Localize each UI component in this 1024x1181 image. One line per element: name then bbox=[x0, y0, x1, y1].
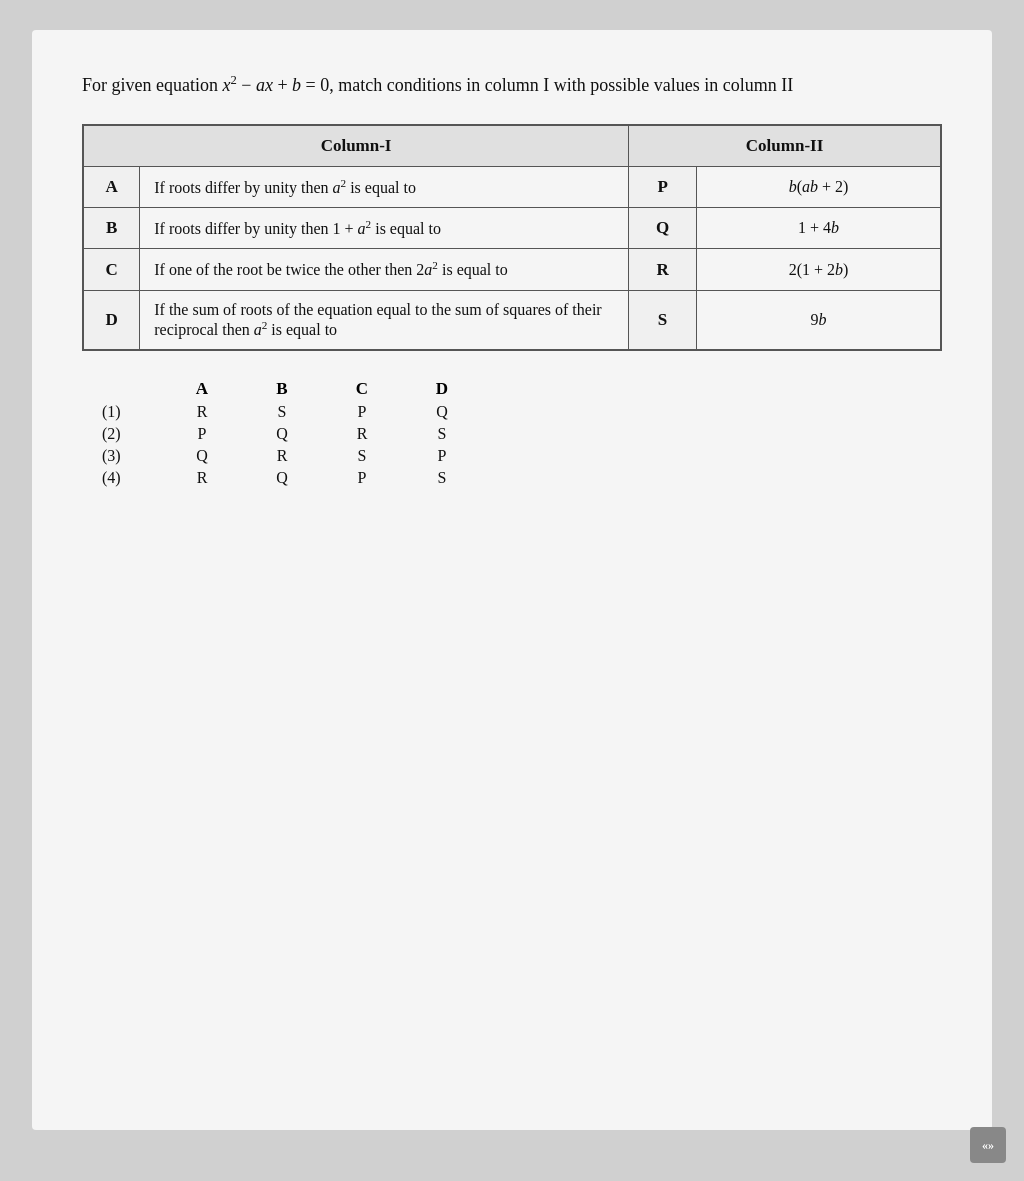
answer-1-D: Q bbox=[402, 403, 482, 421]
condition-D: If the sum of roots of the equation equa… bbox=[140, 290, 629, 350]
answer-2-C: R bbox=[322, 425, 402, 443]
header-D: D bbox=[402, 379, 482, 399]
header-B: B bbox=[242, 379, 322, 399]
answer-4-D: S bbox=[402, 469, 482, 487]
label-Q: Q bbox=[629, 208, 697, 249]
answer-3-D: P bbox=[402, 447, 482, 465]
empty-header bbox=[102, 379, 162, 399]
table-row: D If the sum of roots of the equation eq… bbox=[83, 290, 941, 350]
answer-4-C: P bbox=[322, 469, 402, 487]
answer-3-B: R bbox=[242, 447, 322, 465]
answer-row-3: (3) Q R S P bbox=[82, 447, 942, 465]
value-Q: 1 + 4b bbox=[697, 208, 941, 249]
condition-C: If one of the root be twice the other th… bbox=[140, 249, 629, 290]
answer-2-D: S bbox=[402, 425, 482, 443]
col2-header: Column-II bbox=[629, 125, 941, 167]
label-B: B bbox=[83, 208, 140, 249]
answer-num-1: (1) bbox=[102, 403, 162, 421]
answer-3-A: Q bbox=[162, 447, 242, 465]
problem-text: For given equation x2 − ax + b = 0, matc… bbox=[82, 70, 942, 100]
table-row: A If roots differ by unity then a2 is eq… bbox=[83, 166, 941, 207]
answer-1-A: R bbox=[162, 403, 242, 421]
label-P: P bbox=[629, 166, 697, 207]
answer-4-A: R bbox=[162, 469, 242, 487]
value-S: 9b bbox=[697, 290, 941, 350]
condition-B: If roots differ by unity then 1 + a2 is … bbox=[140, 208, 629, 249]
answer-1-C: P bbox=[322, 403, 402, 421]
answer-num-2: (2) bbox=[102, 425, 162, 443]
match-table: Column-I Column-II A If roots differ by … bbox=[82, 124, 942, 351]
label-C: C bbox=[83, 249, 140, 290]
table-row: B If roots differ by unity then 1 + a2 i… bbox=[83, 208, 941, 249]
value-R: 2(1 + 2b) bbox=[697, 249, 941, 290]
table-row: C If one of the root be twice the other … bbox=[83, 249, 941, 290]
answer-row-4: (4) R Q P S bbox=[82, 469, 942, 487]
answers-header: A B C D bbox=[82, 379, 942, 399]
answer-3-C: S bbox=[322, 447, 402, 465]
answer-1-B: S bbox=[242, 403, 322, 421]
label-D: D bbox=[83, 290, 140, 350]
answer-row-1: (1) R S P Q bbox=[82, 403, 942, 421]
answer-row-2: (2) P Q R S bbox=[82, 425, 942, 443]
header-A: A bbox=[162, 379, 242, 399]
label-A: A bbox=[83, 166, 140, 207]
page-container: For given equation x2 − ax + b = 0, matc… bbox=[32, 30, 992, 1130]
label-R: R bbox=[629, 249, 697, 290]
answer-2-A: P bbox=[162, 425, 242, 443]
col1-header: Column-I bbox=[83, 125, 629, 167]
condition-A: If roots differ by unity then a2 is equa… bbox=[140, 166, 629, 207]
answer-num-4: (4) bbox=[102, 469, 162, 487]
answer-2-B: Q bbox=[242, 425, 322, 443]
value-P: b(ab + 2) bbox=[697, 166, 941, 207]
label-S: S bbox=[629, 290, 697, 350]
answers-section: A B C D (1) R S P Q (2) P Q R S (3) Q R … bbox=[82, 379, 942, 487]
answer-num-3: (3) bbox=[102, 447, 162, 465]
header-C: C bbox=[322, 379, 402, 399]
bottom-badge: «» bbox=[970, 1127, 1006, 1163]
badge-icon: «» bbox=[982, 1138, 994, 1153]
answer-4-B: Q bbox=[242, 469, 322, 487]
